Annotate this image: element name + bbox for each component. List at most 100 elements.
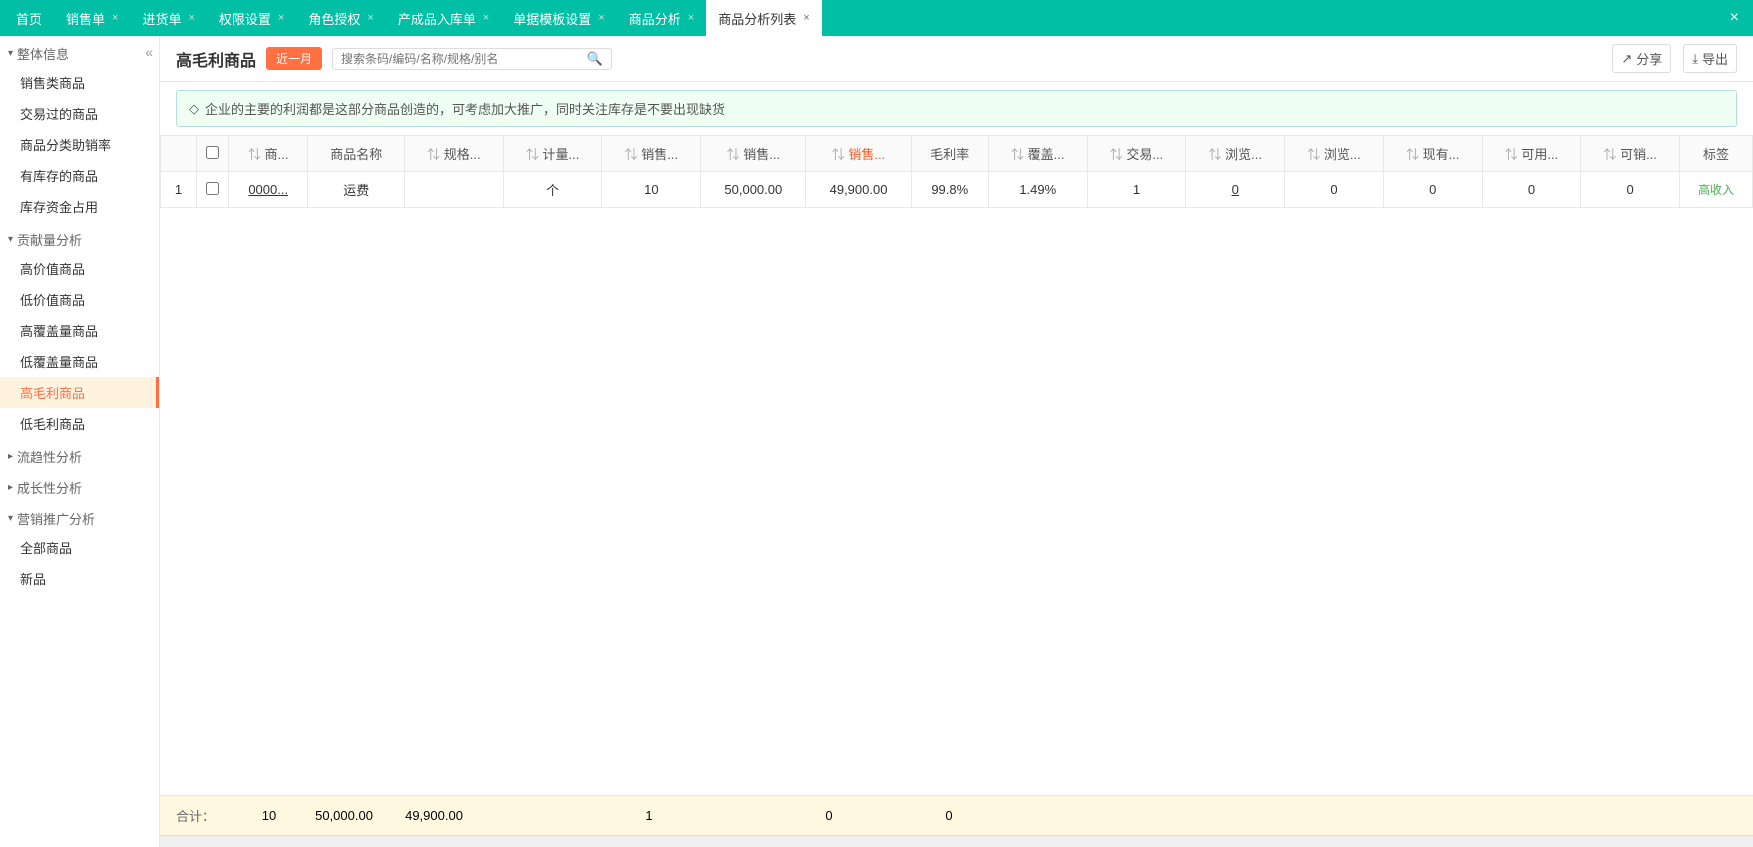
col-header-transaction[interactable]: ⇅ 交易... [1087,136,1186,172]
nav-home[interactable]: 首页 [4,0,54,36]
sidebar-group-overall[interactable]: ▾ 整体信息 [0,36,159,67]
cell-sales-amount: 50,000.00 [701,172,806,208]
nav-analysis-list[interactable]: 商品分析列表 × [706,0,821,36]
sort-icon: ⇅ [526,147,539,162]
top-nav: 首页 销售单 × 进货单 × 权限设置 × 角色授权 × 产成品入库单 × 单据… [0,0,1753,36]
sidebar-group-trend[interactable]: ▸ 流趋性分析 [0,439,159,470]
nav-close-icon[interactable]: × [188,12,194,24]
horizontal-scrollbar[interactable] [160,835,1753,847]
nav-close-icon[interactable]: × [598,12,604,24]
chevron-down-icon: ▾ [8,234,13,245]
footer-bar: 合计： 10 50,000.00 49,900.00 1 0 0 [160,795,1753,835]
sidebar-group-contribution[interactable]: ▾ 贡献量分析 [0,222,159,253]
cell-transaction: 1 [1087,172,1186,208]
nav-sales-order[interactable]: 销售单 × [54,0,130,36]
chevron-down-icon: ▾ [8,48,13,59]
col-header-code[interactable]: ⇅ 商... [229,136,308,172]
sidebar-item-low-coverage[interactable]: 低覆盖量商品 [0,346,159,377]
col-header-name[interactable]: 商品名称 [308,136,405,172]
nav-close-icon[interactable]: × [483,12,489,24]
sidebar-item-in-stock-goods[interactable]: 有库存的商品 [0,160,159,191]
nav-close-icon[interactable]: × [803,12,809,24]
nav-close-icon[interactable]: × [278,12,284,24]
sidebar-item-sales-goods[interactable]: 销售类商品 [0,67,159,98]
sidebar-item-all-goods[interactable]: 全部商品 [0,532,159,563]
cell-tag: 高收入 [1680,172,1753,208]
nav-close-icon[interactable]: × [688,12,694,24]
table-wrapper: ⇅ 商... 商品名称 ⇅ 规格... ⇅ 计量... [160,135,1753,795]
sidebar-group-marketing[interactable]: ▾ 营销推广分析 [0,501,159,532]
export-icon: ⤓ [1692,51,1698,67]
sidebar-collapse-button[interactable]: « [145,44,153,60]
sidebar-item-traded-goods[interactable]: 交易过的商品 [0,98,159,129]
footer-empty3 [679,808,739,823]
col-header-index [161,136,197,172]
col-header-sales-amount[interactable]: ⇅ 销售... [701,136,806,172]
sidebar: « ▾ 整体信息 销售类商品 交易过的商品 商品分类助销率 有库存的商品 库存资… [0,36,160,847]
share-button[interactable]: ↗ 分享 [1612,44,1671,73]
sort-icon: ⇅ [1011,147,1024,162]
col-header-sellable[interactable]: ⇅ 可销... [1581,136,1680,172]
row-checkbox[interactable] [206,182,219,195]
sidebar-item-high-value[interactable]: 高价值商品 [0,253,159,284]
nav-close-icon[interactable]: × [367,12,373,24]
cell-name: 运费 [308,172,405,208]
col-header-browse1[interactable]: ⇅ 浏览... [1186,136,1285,172]
header-actions: ↗ 分享 ⤓ 导出 [1612,44,1737,73]
sort-icon: ⇅ [1208,147,1221,162]
col-header-sales-profit[interactable]: ⇅ 销售... [806,136,911,172]
col-header-gross-margin[interactable]: 毛利率 [911,136,988,172]
cell-index: 1 [161,172,197,208]
select-all-checkbox[interactable] [206,146,219,159]
sidebar-group-growth[interactable]: ▸ 成长性分析 [0,470,159,501]
sort-icon: ⇅ [1307,147,1320,162]
sidebar-item-stock-capital[interactable]: 库存资金占用 [0,191,159,222]
search-icon[interactable]: 🔍 [587,51,603,67]
col-header-unit[interactable]: ⇅ 计量... [503,136,602,172]
col-header-coverage[interactable]: ⇅ 覆盖... [988,136,1087,172]
col-header-sales-qty[interactable]: ⇅ 销售... [602,136,701,172]
col-header-browse2[interactable]: ⇅ 浏览... [1285,136,1384,172]
share-icon: ↗ [1621,51,1632,67]
cell-browse1[interactable]: 0 [1186,172,1285,208]
sort-icon: ⇅ [248,147,261,162]
nav-purchase-order[interactable]: 进货单 × [130,0,206,36]
sidebar-item-new-goods[interactable]: 新品 [0,563,159,594]
page-title: 高毛利商品 [176,47,256,71]
sidebar-item-low-margin[interactable]: 低毛利商品 [0,408,159,439]
search-input[interactable] [341,52,583,66]
export-button[interactable]: ⤓ 导出 [1683,44,1737,73]
col-header-current-stock[interactable]: ⇅ 现有... [1383,136,1482,172]
cell-sales-profit: 49,900.00 [806,172,911,208]
cell-code[interactable]: 0000... [229,172,308,208]
sidebar-item-low-value[interactable]: 低价值商品 [0,284,159,315]
nav-production[interactable]: 产成品入库单 × [386,0,501,36]
col-header-available[interactable]: ⇅ 可用... [1482,136,1581,172]
sidebar-item-high-coverage[interactable]: 高覆盖量商品 [0,315,159,346]
sort-icon: ⇅ [1406,147,1419,162]
footer-empty2 [559,808,619,823]
close-all-button[interactable]: × [1720,9,1749,27]
nav-analysis[interactable]: 商品分析 × [617,0,706,36]
footer-current-stock: 0 [799,808,859,823]
chevron-right-icon: ▸ [8,482,13,493]
cell-checkbox[interactable] [197,172,229,208]
filter-button[interactable]: 近一月 [266,47,322,70]
sidebar-item-high-margin[interactable]: 高毛利商品 [0,377,159,408]
footer-values: 10 50,000.00 49,900.00 1 0 0 [239,808,1737,823]
nav-close-icon[interactable]: × [112,12,118,24]
info-icon: ◇ [189,101,199,117]
col-header-tag[interactable]: 标签 [1680,136,1753,172]
nav-roles[interactable]: 角色授权 × [296,0,385,36]
nav-permissions[interactable]: 权限设置 × [207,0,296,36]
sidebar-item-category-rate[interactable]: 商品分类助销率 [0,129,159,160]
col-header-spec[interactable]: ⇅ 规格... [405,136,504,172]
search-box[interactable]: 🔍 [332,48,612,70]
sort-icon: ⇅ [832,147,845,162]
nav-template[interactable]: 单据模板设置 × [501,0,616,36]
cell-sales-qty: 10 [602,172,701,208]
content-area: 高毛利商品 近一月 🔍 ↗ 分享 ⤓ 导出 ◇ 企业的主要的利润都是这部分商品创… [160,36,1753,847]
col-header-checkbox[interactable] [197,136,229,172]
footer-sales-profit: 49,900.00 [389,808,479,823]
sort-icon: ⇅ [727,147,740,162]
